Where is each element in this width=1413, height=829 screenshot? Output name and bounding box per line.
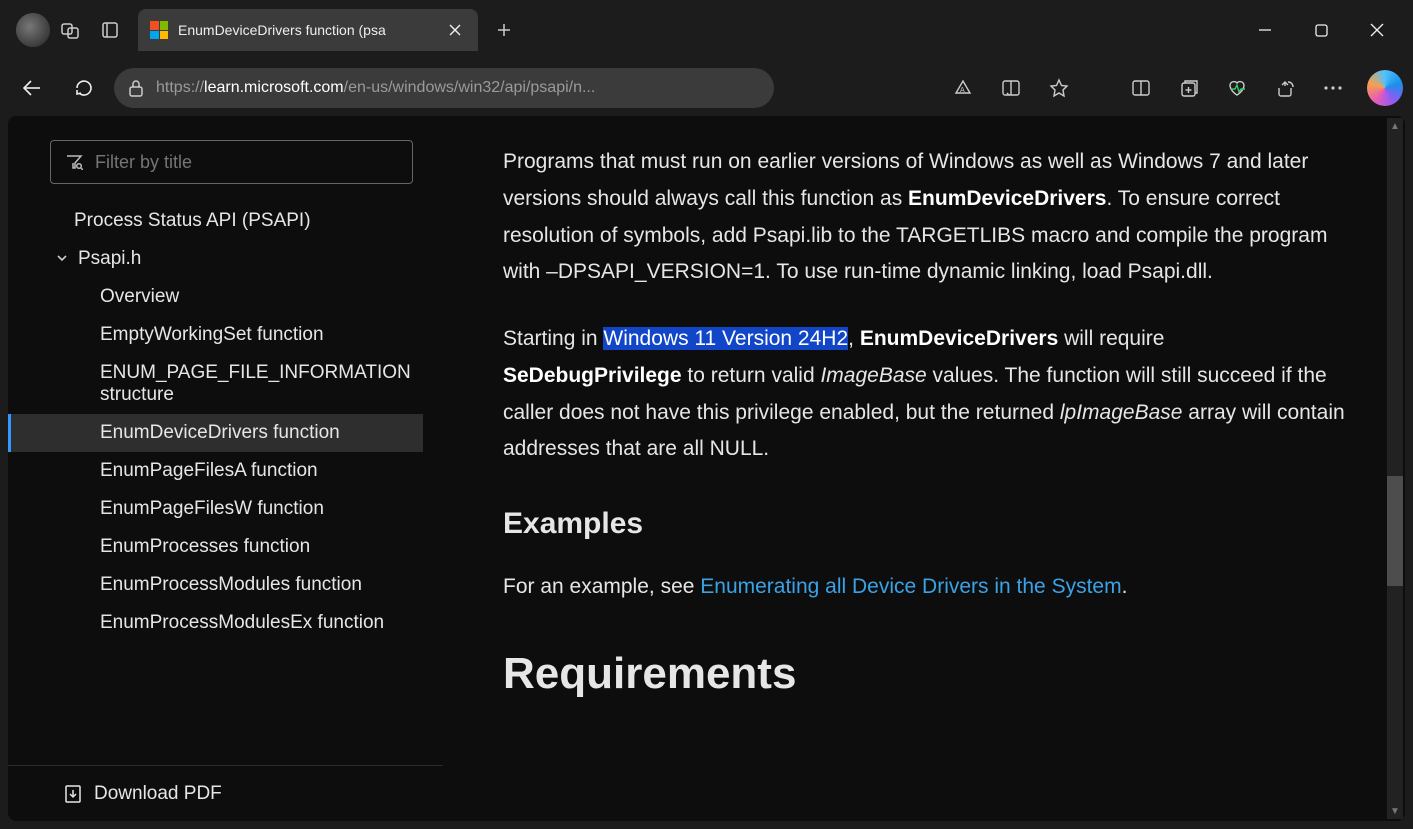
text: to return valid [682,364,821,387]
browser-tab[interactable]: EnumDeviceDrivers function (psa [138,9,478,51]
text: , [848,327,860,350]
paragraph-1: Programs that must run on earlier versio… [503,144,1345,291]
collections-icon[interactable] [1167,66,1211,110]
nav-item-overview[interactable]: Overview [8,278,423,316]
browser-window: EnumDeviceDrivers function (psa https://… [0,0,1413,829]
nav-item-enumprocessmodulesex[interactable]: EnumProcessModulesEx function [8,604,423,642]
nav-item-label: Psapi.h [78,248,141,269]
text: For an example, see [503,575,700,598]
page-scrollbar[interactable]: ▲ ▼ [1387,118,1403,819]
filter-input[interactable] [95,152,398,173]
heading-examples: Examples [503,498,1345,551]
refresh-button[interactable] [62,66,106,110]
highlighted-text: Windows 11 Version 24H2 [603,327,848,350]
share-icon[interactable] [1263,66,1307,110]
paragraph-examples: For an example, see Enumerating all Devi… [503,569,1345,606]
nav-item-enumpagefilesa[interactable]: EnumPageFilesA function [8,452,423,490]
favorite-icon[interactable] [1037,66,1081,110]
microsoft-favicon [150,21,168,39]
text-bold: EnumDeviceDrivers [908,187,1106,210]
nav-item-enumpagefilesw[interactable]: EnumPageFilesW function [8,490,423,528]
text: Starting in [503,327,603,350]
nav-item-psapi-h[interactable]: Psapi.h [8,240,423,278]
lock-icon [128,79,144,97]
reading-mode-icon[interactable] [989,66,1033,110]
browser-essentials-icon[interactable] [1215,66,1259,110]
paragraph-2: Starting in Windows 11 Version 24H2, Enu… [503,321,1345,468]
download-icon [64,784,82,804]
window-controls [1237,10,1405,50]
page-content: Process Status API (PSAPI) Psapi.h Overv… [8,116,1405,821]
scroll-up-icon[interactable]: ▲ [1387,118,1403,134]
download-pdf-button[interactable]: Download PDF [8,765,443,821]
address-bar[interactable]: https://learn.microsoft.com/en-us/window… [114,68,774,108]
titlebar: EnumDeviceDrivers function (psa [0,0,1413,60]
heading-requirements: Requirements [503,635,1345,712]
text-italic: lpImageBase [1060,401,1183,424]
close-tab-button[interactable] [444,19,466,41]
close-window-button[interactable] [1349,10,1405,50]
nav-item-enumprocessmodules[interactable]: EnumProcessModules function [8,566,423,604]
tab-title: EnumDeviceDrivers function (psa [178,22,434,38]
svg-text:A: A [960,87,965,94]
browser-toolbar: https://learn.microsoft.com/en-us/window… [0,60,1413,116]
scrollbar-thumb[interactable] [1387,476,1403,586]
read-aloud-icon[interactable]: A [941,66,985,110]
maximize-button[interactable] [1293,10,1349,50]
nav-item-enum-page-file-info[interactable]: ENUM_PAGE_FILE_INFORMATION structure [8,354,423,414]
link-enumerating-drivers[interactable]: Enumerating all Device Drivers in the Sy… [700,575,1121,598]
filter-icon [65,154,83,170]
minimize-button[interactable] [1237,10,1293,50]
nav-item-emptyworkingset[interactable]: EmptyWorkingSet function [8,316,423,354]
scroll-down-icon[interactable]: ▼ [1387,803,1403,819]
text-bold: SeDebugPrivilege [503,364,682,387]
workspaces-icon[interactable] [50,10,90,50]
new-tab-button[interactable] [484,10,524,50]
tab-actions-icon[interactable] [90,10,130,50]
back-button[interactable] [10,66,54,110]
nav-tree[interactable]: Process Status API (PSAPI) Psapi.h Overv… [8,202,443,765]
more-icon[interactable] [1311,66,1355,110]
text: . [1122,575,1128,598]
copilot-button[interactable] [1367,70,1403,106]
download-pdf-label: Download PDF [94,783,222,805]
text-bold: EnumDeviceDrivers [860,327,1058,350]
docs-sidebar: Process Status API (PSAPI) Psapi.h Overv… [8,116,443,821]
nav-item-enumdevicedrivers[interactable]: EnumDeviceDrivers function [8,414,423,452]
text-italic: ImageBase [820,364,926,387]
article-body[interactable]: Programs that must run on earlier versio… [443,116,1405,821]
url-text: https://learn.microsoft.com/en-us/window… [156,79,760,97]
chevron-down-icon [56,252,68,264]
split-screen-icon[interactable] [1119,66,1163,110]
filter-box[interactable] [50,140,413,184]
profile-avatar[interactable] [16,13,50,47]
text: will require [1058,327,1164,350]
nav-item-enumprocesses[interactable]: EnumProcesses function [8,528,423,566]
nav-item-psapi-root[interactable]: Process Status API (PSAPI) [8,202,423,240]
